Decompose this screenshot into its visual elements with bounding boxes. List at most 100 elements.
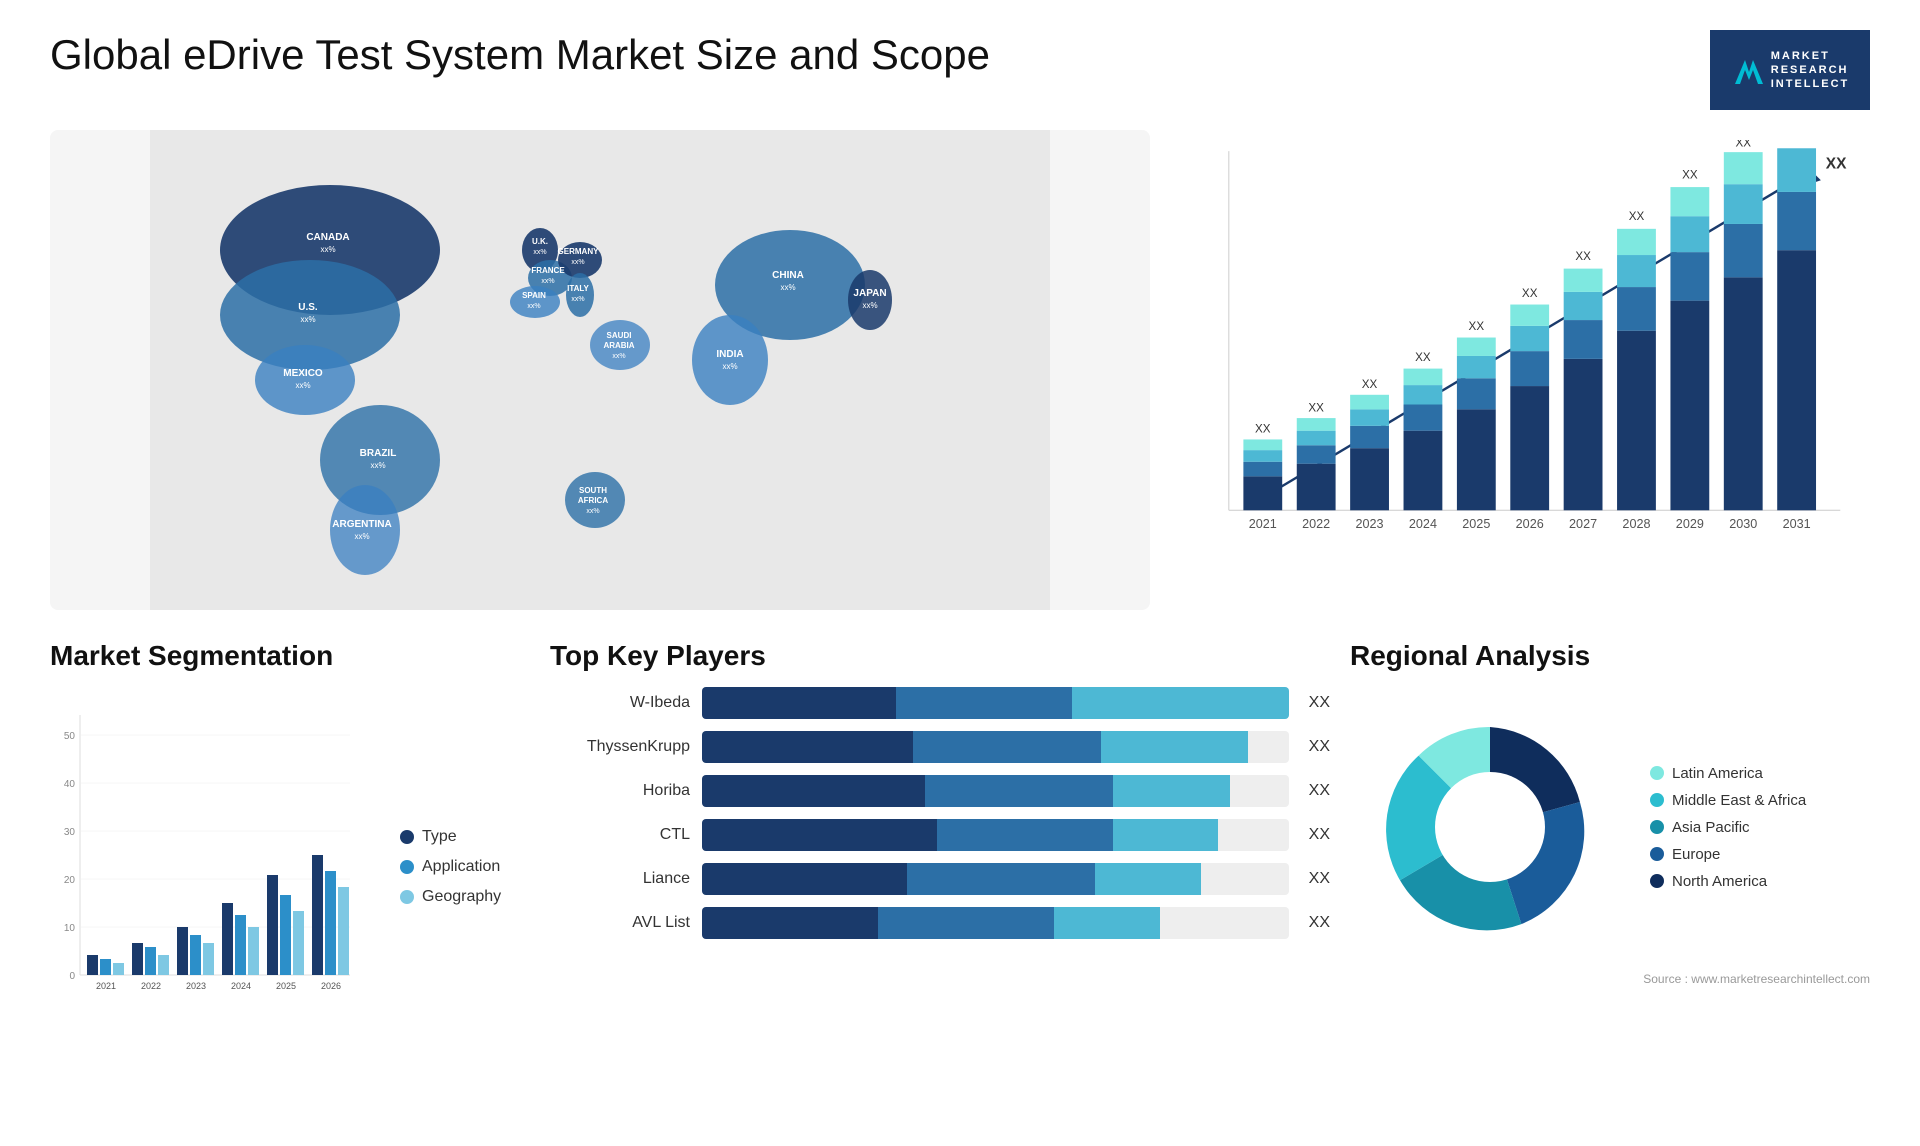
svg-text:20: 20 (64, 875, 76, 886)
svg-text:XX: XX (1522, 287, 1538, 300)
logo-box: MARKET RESEARCH INTELLECT (1710, 30, 1870, 110)
brazil-label: BRAZIL (360, 448, 397, 459)
europe-dot (1650, 847, 1664, 861)
bar-light (1072, 687, 1289, 719)
top-section: CANADA xx% U.S. xx% MEXICO xx% BRAZIL xx… (50, 130, 1870, 610)
logo-line2: RESEARCH (1771, 63, 1849, 77)
regional-legend: Latin America Middle East & Africa Asia … (1650, 765, 1806, 890)
seg-legend: Type Application Geography (400, 828, 530, 906)
geography-dot (400, 890, 414, 904)
application-dot (400, 860, 414, 874)
bar-dark (702, 863, 907, 895)
regional-section: Regional Analysis (1350, 640, 1870, 1070)
svg-text:xx%: xx% (354, 532, 369, 541)
player-name-wibeda: W-Ibeda (550, 694, 690, 712)
player-value-ctl: XX (1309, 826, 1330, 844)
player-row-horiba: Horiba XX (550, 775, 1330, 807)
type-label: Type (422, 828, 457, 846)
svg-text:ARABIA: ARABIA (603, 341, 634, 350)
north-america-dot (1650, 874, 1664, 888)
reg-middle-east: Middle East & Africa (1650, 792, 1806, 809)
reg-latin-america: Latin America (1650, 765, 1806, 782)
spain-label: SPAIN (522, 291, 546, 300)
svg-text:2025: 2025 (1462, 517, 1490, 531)
svg-text:xx%: xx% (586, 508, 599, 515)
bar-mid (913, 731, 1101, 763)
player-bar-thyssenkrupp (702, 731, 1289, 763)
svg-text:xx%: xx% (612, 353, 625, 360)
india-label: INDIA (716, 349, 743, 360)
player-value-horiba: XX (1309, 782, 1330, 800)
latin-america-dot (1650, 766, 1664, 780)
player-value-wibeda: XX (1309, 694, 1330, 712)
svg-text:XX: XX (1629, 210, 1645, 223)
bar-dark (702, 687, 896, 719)
player-bar-wibeda (702, 687, 1289, 719)
donut-svg-wrap (1350, 687, 1630, 967)
seg-svg-container: 0 10 20 30 40 50 2021 (50, 705, 380, 1030)
player-row-wibeda: W-Ibeda XX (550, 687, 1330, 719)
svg-text:xx%: xx% (862, 301, 877, 310)
player-row-thyssenkrupp: ThyssenKrupp XX (550, 731, 1330, 763)
donut-svg (1350, 687, 1630, 967)
svg-text:AFRICA: AFRICA (578, 496, 608, 505)
bar-chart-svg: XX XX XX XX (1190, 140, 1850, 570)
bar-dark (702, 775, 925, 807)
latin-america-label: Latin America (1672, 765, 1763, 782)
svg-text:2021: 2021 (96, 981, 116, 991)
svg-text:2022: 2022 (141, 981, 161, 991)
svg-text:2028: 2028 (1622, 517, 1650, 531)
player-name-thyssenkrupp: ThyssenKrupp (550, 738, 690, 756)
map-container: CANADA xx% U.S. xx% MEXICO xx% BRAZIL xx… (50, 130, 1150, 610)
asia-pacific-label: Asia Pacific (1672, 819, 1750, 836)
europe-label: Europe (1672, 846, 1720, 863)
argentina-label: ARGENTINA (332, 519, 391, 530)
player-value-liance: XX (1309, 870, 1330, 888)
type-dot (400, 830, 414, 844)
player-bar-horiba (702, 775, 1289, 807)
key-players-title: Top Key Players (550, 640, 1330, 672)
logo-container: MARKET RESEARCH INTELLECT (1710, 30, 1870, 110)
svg-text:2022: 2022 (1302, 517, 1330, 531)
svg-text:xx%: xx% (295, 381, 310, 390)
player-name-liance: Liance (550, 870, 690, 888)
player-row-ctl: CTL XX (550, 819, 1330, 851)
bar-light (1101, 731, 1248, 763)
player-row-avllist: AVL List XX (550, 907, 1330, 939)
svg-text:2024: 2024 (231, 981, 251, 991)
china-label: CHINA (772, 270, 804, 281)
svg-text:2023: 2023 (1356, 517, 1384, 531)
bar-mid (907, 863, 1095, 895)
source-text: Source : www.marketresearchintellect.com (1350, 972, 1870, 986)
svg-text:2029: 2029 (1676, 517, 1704, 531)
player-bar-ctl (702, 819, 1289, 851)
svg-text:xx%: xx% (541, 278, 554, 285)
italy-label: ITALY (567, 284, 589, 293)
svg-text:2024: 2024 (1409, 517, 1437, 531)
bottom-section: Market Segmentation 0 10 (50, 640, 1870, 1070)
saudi-label: SAUDI (607, 331, 632, 340)
svg-text:xx%: xx% (320, 245, 335, 254)
svg-text:XX: XX (1415, 351, 1431, 364)
us-label: U.S. (298, 302, 318, 313)
segmentation-title: Market Segmentation (50, 640, 530, 672)
svg-text:xx%: xx% (571, 259, 584, 266)
bar-dark (702, 731, 913, 763)
svg-text:xx%: xx% (571, 296, 584, 303)
application-label: Application (422, 858, 500, 876)
legend-geography: Geography (400, 888, 530, 906)
bar-mid (878, 907, 1054, 939)
svg-text:xx%: xx% (370, 461, 385, 470)
regional-title: Regional Analysis (1350, 640, 1870, 672)
svg-text:xx%: xx% (722, 362, 737, 371)
header: Global eDrive Test System Market Size an… (50, 30, 1870, 110)
svg-text:2027: 2027 (1569, 517, 1597, 531)
north-america-label: North America (1672, 873, 1767, 890)
germany-label: GERMANY (558, 247, 600, 256)
bar-dark (702, 907, 878, 939)
svg-text:2023: 2023 (186, 981, 206, 991)
france-label: FRANCE (531, 266, 565, 275)
player-row-liance: Liance XX (550, 863, 1330, 895)
legend-type: Type (400, 828, 530, 846)
svg-text:40: 40 (64, 779, 76, 790)
